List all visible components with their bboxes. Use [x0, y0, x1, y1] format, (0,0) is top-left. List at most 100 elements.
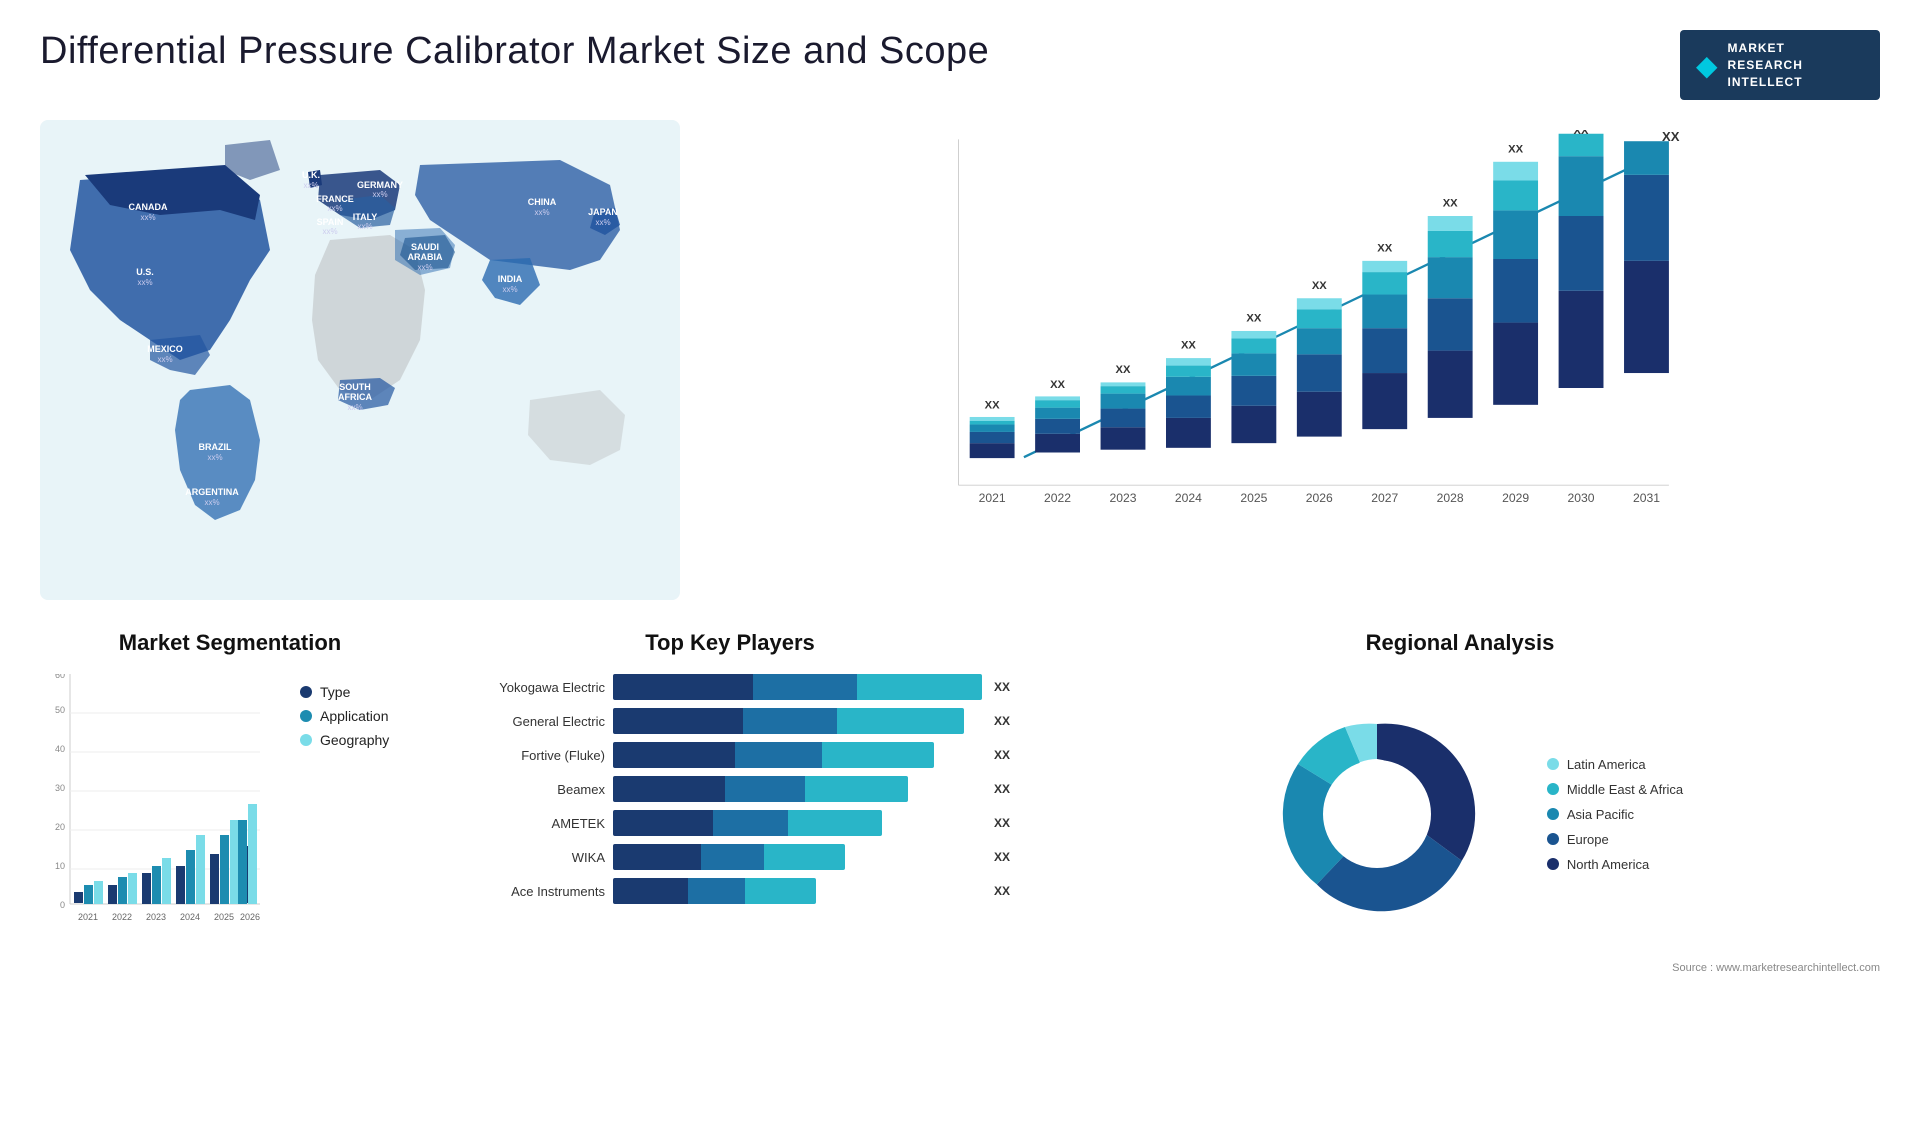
map-label-southafrica: SOUTH: [339, 382, 371, 392]
svg-text:xx%: xx%: [417, 263, 432, 272]
bottom-row: Market Segmentation 0 10 20 30 40 50 60: [40, 630, 1880, 1050]
regional-section: Regional Analysis: [1040, 630, 1880, 1050]
legend-europe: Europe: [1547, 832, 1683, 847]
map-label-japan: JAPAN: [588, 207, 618, 217]
svg-text:XX: XX: [1116, 364, 1131, 376]
seg-dot-type: [300, 686, 312, 698]
legend-asia-pacific: Asia Pacific: [1547, 807, 1683, 822]
regional-title: Regional Analysis: [1040, 630, 1880, 656]
svg-text:2031: 2031: [1633, 491, 1660, 505]
svg-text:XX: XX: [1662, 130, 1680, 144]
svg-text:2030: 2030: [1568, 491, 1595, 505]
map-label-spain: SPAIN: [317, 217, 344, 227]
legend-dot-asia: [1547, 808, 1559, 820]
map-label-france: FRANCE: [316, 194, 354, 204]
seg-legend-geography: Geography: [300, 732, 389, 748]
key-players-title: Top Key Players: [450, 630, 1010, 656]
world-map: CANADA xx% U.S. xx% MEXICO xx% BRAZIL xx…: [40, 120, 680, 600]
svg-text:XX: XX: [1508, 144, 1523, 156]
key-players-section: Top Key Players Yokogawa Electric XX Gen…: [450, 630, 1010, 1050]
kp-bar-1: [613, 708, 982, 734]
source-text: Source : www.marketresearchintellect.com: [1040, 962, 1880, 974]
svg-text:xx%: xx%: [157, 355, 172, 364]
logo: ◆ MARKET RESEARCH INTELLECT: [1680, 30, 1880, 100]
svg-text:10: 10: [55, 861, 65, 871]
svg-text:xx%: xx%: [347, 403, 362, 412]
svg-text:xx%: xx%: [327, 204, 342, 213]
svg-text:2021: 2021: [979, 491, 1006, 505]
kp-row-ge: General Electric XX: [450, 708, 1010, 734]
svg-text:XX: XX: [1181, 340, 1196, 352]
kp-label-6: Ace Instruments: [450, 884, 605, 899]
svg-text:xx%: xx%: [502, 285, 517, 294]
svg-text:40: 40: [55, 744, 65, 754]
svg-text:2025: 2025: [214, 912, 234, 922]
key-players-list: Yokogawa Electric XX General Electric: [450, 674, 1010, 904]
kp-row-fortive: Fortive (Fluke) XX: [450, 742, 1010, 768]
svg-text:0: 0: [60, 900, 65, 910]
map-label-argentina: ARGENTINA: [185, 487, 239, 497]
svg-text:ARABIA: ARABIA: [408, 252, 443, 262]
svg-text:2029: 2029: [1502, 491, 1529, 505]
map-label-brazil: BRAZIL: [199, 442, 232, 452]
svg-text:50: 50: [55, 705, 65, 715]
map-label-italy: ITALY: [353, 212, 378, 222]
legend-latin-america: Latin America: [1547, 757, 1683, 772]
map-label-mexico: MEXICO: [147, 344, 183, 354]
svg-text:2027: 2027: [1371, 491, 1398, 505]
svg-text:30: 30: [55, 783, 65, 793]
svg-text:xx%: xx%: [595, 218, 610, 227]
kp-bar-0: [613, 674, 982, 700]
svg-text:2026: 2026: [1306, 491, 1333, 505]
svg-text:20: 20: [55, 822, 65, 832]
svg-text:xx%: xx%: [207, 453, 222, 462]
legend-dot-na: [1547, 858, 1559, 870]
svg-text:xx%: xx%: [204, 498, 219, 507]
svg-text:xx%: xx%: [137, 278, 152, 287]
kp-label-4: AMETEK: [450, 816, 605, 831]
legend-dot-europe: [1547, 833, 1559, 845]
kp-label-3: Beamex: [450, 782, 605, 797]
seg-legend-application: Application: [300, 708, 389, 724]
kp-bar-3: [613, 776, 982, 802]
svg-text:xx%: xx%: [357, 222, 372, 231]
svg-text:2022: 2022: [1044, 491, 1071, 505]
kp-row-ace: Ace Instruments XX: [450, 878, 1010, 904]
svg-text:xx%: xx%: [322, 227, 337, 236]
kp-bar-4: [613, 810, 982, 836]
kp-row-yokogawa: Yokogawa Electric XX: [450, 674, 1010, 700]
kp-row-ametek: AMETEK XX: [450, 810, 1010, 836]
svg-text:2028: 2028: [1437, 491, 1464, 505]
legend-north-america: North America: [1547, 857, 1683, 872]
segmentation-section: Market Segmentation 0 10 20 30 40 50 60: [40, 630, 420, 1050]
svg-text:XX: XX: [1050, 379, 1065, 391]
map-label-china: CHINA: [528, 197, 557, 207]
seg-dot-application: [300, 710, 312, 722]
svg-text:XX: XX: [1246, 313, 1261, 325]
svg-text:60: 60: [55, 674, 65, 680]
page-header: Differential Pressure Calibrator Market …: [40, 30, 1880, 100]
svg-text:2021: 2021: [78, 912, 98, 922]
map-label-saudi: SAUDI: [411, 242, 439, 252]
regional-legend: Latin America Middle East & Africa Asia …: [1547, 757, 1683, 872]
segmentation-legend: Type Application Geography: [300, 684, 389, 748]
bar-chart-section: 2021 XX 2022 XX 2023 XX 2024: [710, 120, 1880, 600]
kp-label-1: General Electric: [450, 714, 605, 729]
kp-bar-2: [613, 742, 982, 768]
kp-bar-6: [613, 878, 982, 904]
logo-text: MARKET RESEARCH INTELLECT: [1728, 40, 1803, 90]
svg-text:2024: 2024: [1175, 491, 1202, 505]
svg-text:2024: 2024: [180, 912, 200, 922]
svg-text:2026: 2026: [240, 912, 260, 922]
svg-text:2022: 2022: [112, 912, 132, 922]
map-label-germany: GERMANY: [357, 180, 403, 190]
svg-text:XX: XX: [985, 400, 1000, 412]
svg-text:2025: 2025: [1240, 491, 1267, 505]
svg-text:AFRICA: AFRICA: [338, 392, 372, 402]
donut-container: Latin America Middle East & Africa Asia …: [1040, 674, 1880, 954]
svg-text:2023: 2023: [146, 912, 166, 922]
map-label-uk: U.K.: [302, 170, 320, 180]
seg-legend-type: Type: [300, 684, 389, 700]
kp-label-2: Fortive (Fluke): [450, 748, 605, 763]
donut-chart: [1237, 674, 1517, 954]
